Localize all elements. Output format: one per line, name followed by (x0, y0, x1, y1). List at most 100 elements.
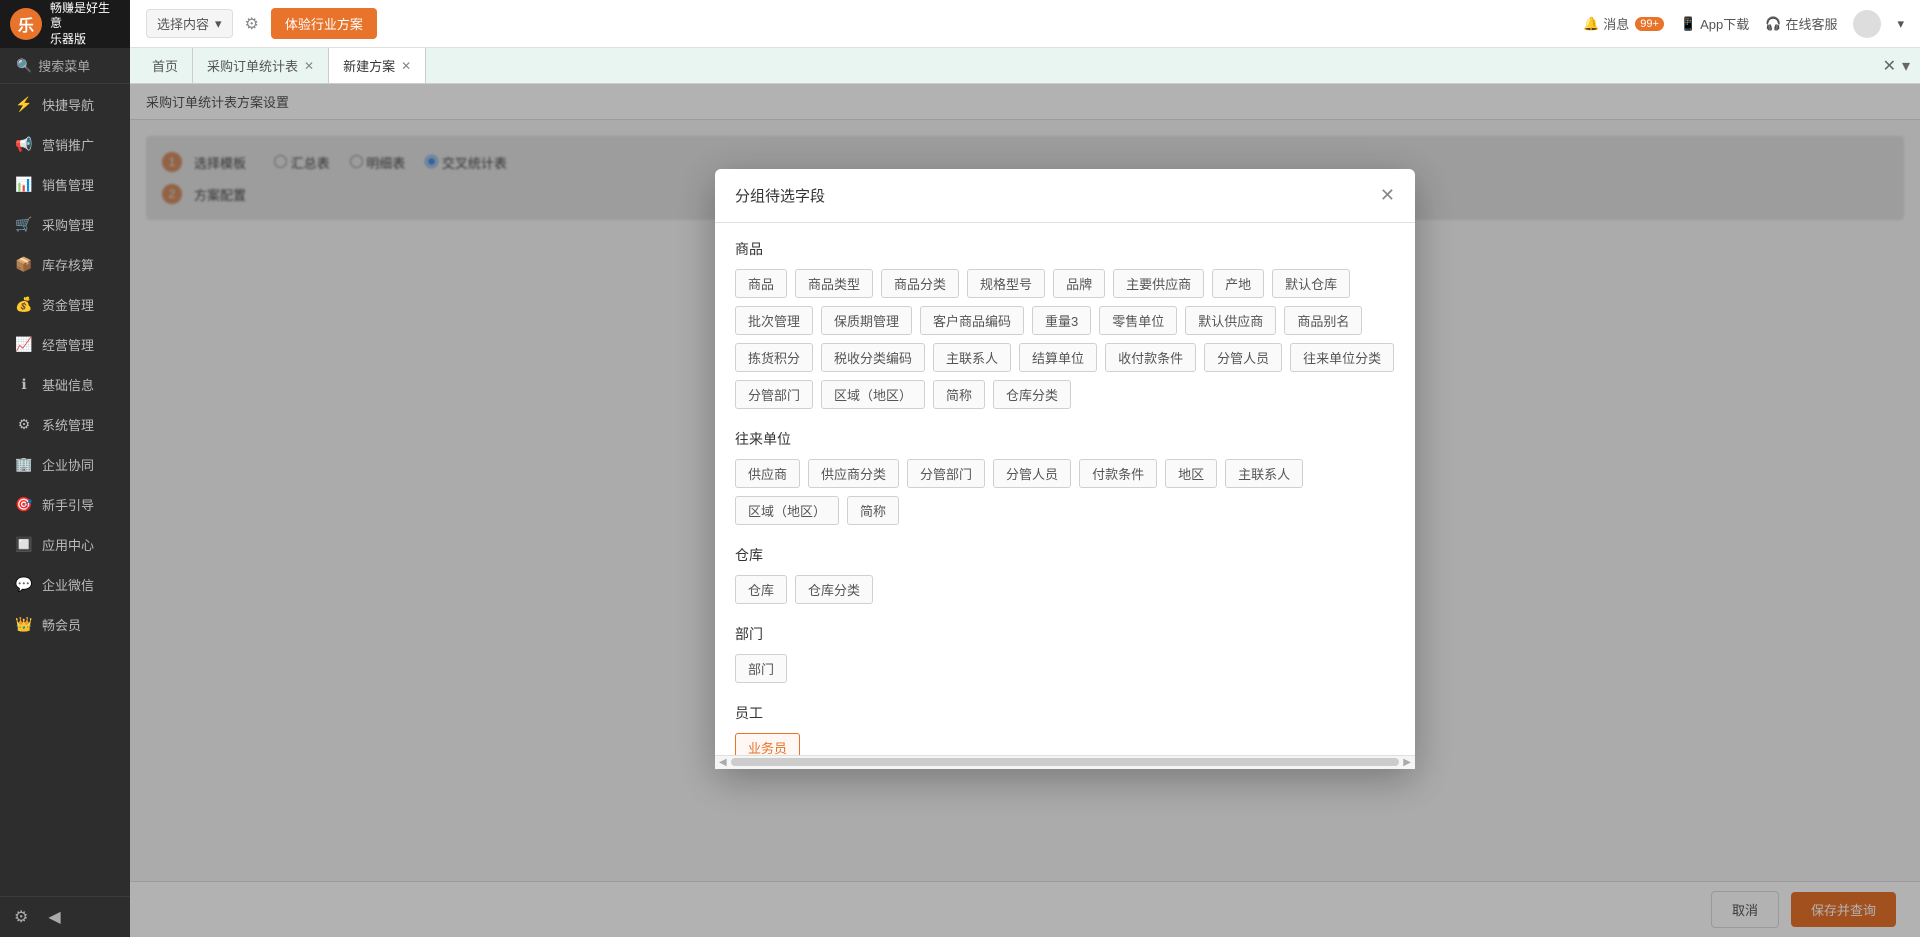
settings-gear-icon[interactable]: ⚙ (245, 14, 259, 34)
field-tag-goods-alias[interactable]: 商品别名 (1284, 306, 1362, 335)
collapse-icon[interactable]: ◀ (48, 907, 60, 927)
phone-icon: 📱 (1680, 16, 1696, 32)
modal-body[interactable]: 商品 商品 商品类型 商品分类 规格型号 品牌 主要供应商 产地 默认仓库 批次… (715, 223, 1415, 755)
field-tag-warehouse-cat[interactable]: 仓库分类 (993, 380, 1071, 409)
field-tag-region-area[interactable]: 区域（地区） (821, 380, 925, 409)
search-label: 搜索菜单 (38, 56, 90, 75)
sidebar-item-sales[interactable]: 📊 销售管理 (0, 164, 130, 204)
field-tag-supplier-cat[interactable]: 供应商分类 (808, 459, 899, 488)
notification-badge: 99+ (1635, 17, 1664, 31)
modal-field-selector: 分组待选字段 ✕ 商品 商品 商品类型 商品分类 规格型号 品牌 主要供应商 产… (715, 169, 1415, 769)
horizontal-scroll-thumb[interactable] (731, 758, 1400, 766)
modal-header: 分组待选字段 ✕ (715, 169, 1415, 223)
sidebar-item-marketing[interactable]: 📢 营销推广 (0, 124, 130, 164)
modal-footer-scrollbar[interactable]: ◀ ▶ (715, 755, 1415, 769)
sidebar-item-newbie[interactable]: 🎯 新手引导 (0, 484, 130, 524)
field-tag-batch-mgmt[interactable]: 批次管理 (735, 306, 813, 335)
modal-close-button[interactable]: ✕ (1380, 185, 1395, 206)
field-tag-area[interactable]: 地区 (1165, 459, 1217, 488)
field-tag-origin[interactable]: 产地 (1212, 269, 1264, 298)
field-tag-spec-type[interactable]: 规格型号 (967, 269, 1045, 298)
field-tag-dept-field[interactable]: 部门 (735, 654, 787, 683)
sidebar-item-system[interactable]: ⚙ 系统管理 (0, 404, 130, 444)
sidebar-label: 经营管理 (42, 335, 94, 354)
sidebar-item-quick-nav[interactable]: ⚡ 快捷导航 (0, 84, 130, 124)
avatar[interactable] (1853, 10, 1881, 38)
tab-close-new-plan[interactable]: ✕ (401, 59, 411, 73)
close-all-icon[interactable]: ✕ (1883, 56, 1896, 76)
tab-purchase-stats[interactable]: 采购订单统计表 ✕ (193, 48, 329, 83)
goods-field-tags: 商品 商品类型 商品分类 规格型号 品牌 主要供应商 产地 默认仓库 批次管理 … (735, 269, 1395, 409)
sidebar-item-basic-info[interactable]: ℹ 基础信息 (0, 364, 130, 404)
field-tag-dept-mgmt[interactable]: 分管部门 (735, 380, 813, 409)
sidebar-item-operations[interactable]: 📈 经营管理 (0, 324, 130, 364)
tab-home-label: 首页 (152, 56, 178, 75)
field-tag-retail-unit[interactable]: 零售单位 (1099, 306, 1177, 335)
sidebar-item-enterprise[interactable]: 🏢 企业协同 (0, 444, 130, 484)
app-download[interactable]: 📱 App下载 (1680, 14, 1749, 33)
field-tag-brand[interactable]: 品牌 (1053, 269, 1105, 298)
logo-icon: 乐 (10, 8, 42, 40)
scroll-left-arrow[interactable]: ◀ (719, 757, 727, 768)
field-tag-customer-code[interactable]: 客户商品编码 (920, 306, 1024, 335)
field-tag-supplier[interactable]: 供应商 (735, 459, 800, 488)
field-tag-sales-rep[interactable]: 业务员 (735, 733, 800, 755)
field-tag-goods-type[interactable]: 商品类型 (795, 269, 873, 298)
member-icon: 👑 (14, 614, 34, 634)
tab-menu-icon[interactable]: ▾ (1902, 56, 1910, 76)
field-tag-short-name[interactable]: 简称 (933, 380, 985, 409)
field-tag-settlement-unit[interactable]: 结算单位 (1019, 343, 1097, 372)
field-tag-wh-cat[interactable]: 仓库分类 (795, 575, 873, 604)
field-tag-expiry-mgmt[interactable]: 保质期管理 (821, 306, 912, 335)
sidebar-item-finance[interactable]: 💰 资金管理 (0, 284, 130, 324)
operations-icon: 📈 (14, 334, 34, 354)
field-tag-payment-cond[interactable]: 付款条件 (1079, 459, 1157, 488)
logo-text: 畅赚是好生意乐器版 (50, 1, 120, 48)
scroll-right-arrow[interactable]: ▶ (1403, 757, 1411, 768)
field-tag-contact[interactable]: 主联系人 (1225, 459, 1303, 488)
tab-home[interactable]: 首页 (138, 48, 193, 83)
field-tag-short2[interactable]: 简称 (847, 496, 899, 525)
field-tag-area2[interactable]: 区域（地区） (735, 496, 839, 525)
employee-field-tags: 业务员 (735, 733, 1395, 755)
tabbar: 首页 采购订单统计表 ✕ 新建方案 ✕ ✕ ▾ (130, 48, 1920, 84)
sidebar-item-app-center[interactable]: 🔲 应用中心 (0, 524, 130, 564)
tab-new-plan[interactable]: 新建方案 ✕ (329, 48, 426, 83)
field-tag-dept[interactable]: 分管部门 (907, 459, 985, 488)
field-tag-supervisor[interactable]: 分管人员 (1204, 343, 1282, 372)
tab-close-purchase[interactable]: ✕ (304, 59, 314, 73)
field-tag-default-warehouse[interactable]: 默认仓库 (1272, 269, 1350, 298)
sidebar-item-wechat[interactable]: 💬 企业微信 (0, 564, 130, 604)
sidebar-item-inventory[interactable]: 📦 库存核算 (0, 244, 130, 284)
field-tag-pickup-points[interactable]: 拣货积分 (735, 343, 813, 372)
sidebar-label: 应用中心 (42, 535, 94, 554)
section-goods: 商品 商品 商品类型 商品分类 规格型号 品牌 主要供应商 产地 默认仓库 批次… (735, 239, 1395, 409)
field-tag-payment-terms[interactable]: 收付款条件 (1105, 343, 1196, 372)
sidebar-item-member[interactable]: 👑 畅会员 (0, 604, 130, 644)
sidebar-label: 资金管理 (42, 295, 94, 314)
section-department-title: 部门 (735, 624, 1395, 644)
chevron-down-icon-user[interactable]: ▾ (1897, 16, 1904, 32)
sidebar-label: 库存核算 (42, 255, 94, 274)
section-department: 部门 部门 (735, 624, 1395, 683)
field-tag-dept-person[interactable]: 分管人员 (993, 459, 1071, 488)
field-tag-wh[interactable]: 仓库 (735, 575, 787, 604)
sidebar-label: 新手引导 (42, 495, 94, 514)
field-tag-main-contact[interactable]: 主联系人 (933, 343, 1011, 372)
sidebar-item-purchase[interactable]: 🛒 采购管理 (0, 204, 130, 244)
field-tag-default-supplier2[interactable]: 默认供应商 (1185, 306, 1276, 335)
field-tag-goods-name[interactable]: 商品 (735, 269, 787, 298)
field-tag-main-supplier[interactable]: 主要供应商 (1113, 269, 1204, 298)
field-tag-weight3[interactable]: 重量3 (1032, 306, 1091, 335)
field-tag-source-unit-cat[interactable]: 往来单位分类 (1290, 343, 1394, 372)
online-support[interactable]: 🎧 在线客服 (1765, 14, 1837, 33)
notification-area[interactable]: 🔔 消息 99+ (1583, 14, 1664, 33)
sidebar-search[interactable]: 🔍 搜索菜单 (0, 48, 130, 84)
plan-select[interactable]: 选择内容 ▾ (146, 9, 233, 38)
field-tag-tax-code[interactable]: 税收分类编码 (821, 343, 925, 372)
headset-icon: 🎧 (1765, 16, 1781, 32)
notification-label: 消息 (1603, 14, 1629, 33)
experience-btn[interactable]: 体验行业方案 (271, 8, 377, 39)
settings-icon[interactable]: ⚙ (14, 907, 28, 927)
field-tag-goods-category[interactable]: 商品分类 (881, 269, 959, 298)
